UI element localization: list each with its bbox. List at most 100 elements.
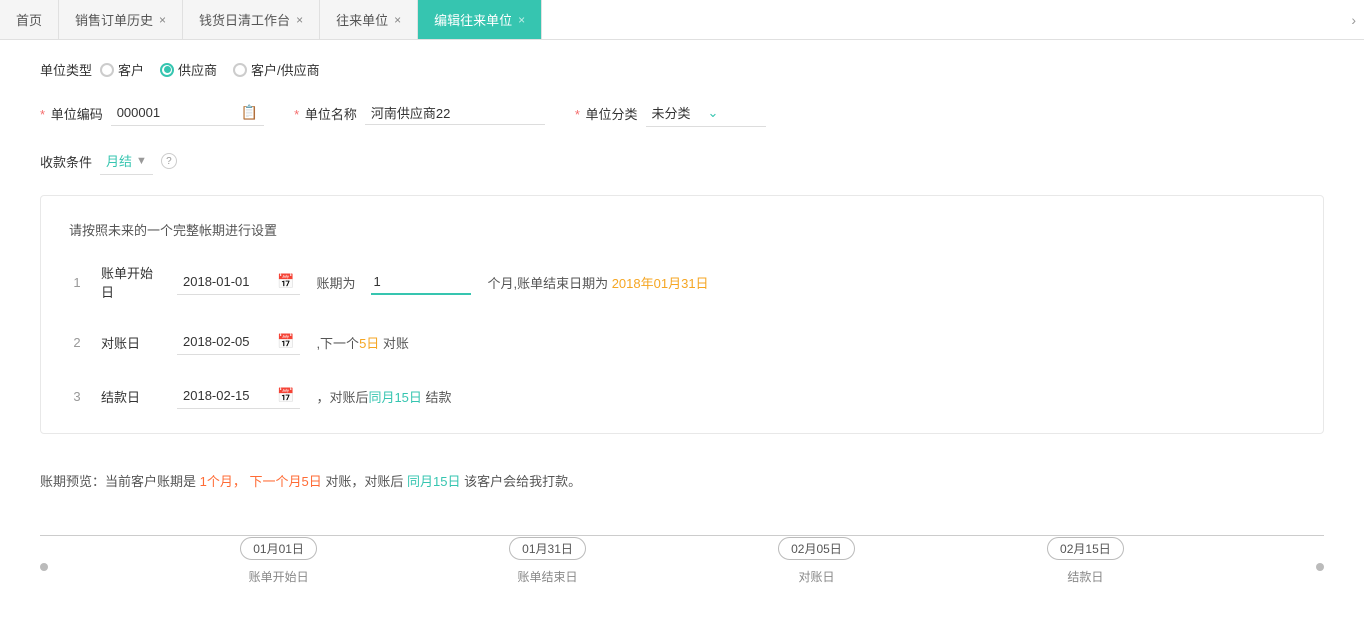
payment-terms-row: 收款条件 月结 ▼ ? [40,147,1324,175]
preview-text: 账期预览：当前客户账期是 1个月， 下一个月5日 对账，对账后 同月15日 该客… [40,470,1324,493]
row-2-calendar-icon[interactable]: 📅 [277,333,294,350]
row-2-label: 对账日 [101,333,161,352]
row-3-highlight: 同月15日 [368,390,421,405]
row-3-suffix: ，对账后同月15日 结款 [316,387,451,406]
unit-code-icon[interactable]: 📋 [241,104,258,121]
unit-category-required: * [575,107,580,122]
payment-terms-value: 月结 [106,151,132,170]
preview-part3: 对账，对账后 [325,474,403,489]
preview-part1: 1个月， [200,474,246,489]
row-1-period-input[interactable] [371,270,471,295]
tab-sales-history[interactable]: 销售订单历史 × [59,0,183,39]
radio-customer[interactable]: 客户 [100,60,144,79]
chevron-right-icon: › [1351,12,1356,28]
tab-scroll-right-button[interactable]: › [1343,0,1364,39]
close-edit-partner-icon[interactable]: × [518,13,525,27]
row-1-period-end-date: 2018年01月31日 [612,276,709,291]
row-1-label: 账单开始日 [101,263,161,301]
timeline-node-4: 02月15日 结款日 [1047,537,1124,585]
row-3-label: 结款日 [101,387,161,406]
radio-supplier-circle [160,63,174,77]
radio-customer-circle [100,63,114,77]
unit-category-group: * 单位分类 未分类 ⌄ [575,99,766,127]
timeline-items: 01月01日 账单开始日 01月31日 账单结束日 02月05日 对账日 02月… [40,537,1324,585]
radio-both[interactable]: 客户/供应商 [233,60,320,79]
radio-customer-label: 客户 [118,60,144,79]
row-3-num: 3 [69,389,85,404]
unit-type-label: 单位类型 [40,60,92,79]
category-arrow-down-icon: ⌄ [708,105,760,121]
row-1-num: 1 [69,275,85,290]
unit-name-input[interactable] [365,101,545,125]
tab-cash-work[interactable]: 钱货日清工作台 × [183,0,320,39]
row-1-calendar-icon[interactable]: 📅 [277,273,294,290]
main-content: 单位类型 客户 供应商 客户/供应商 * 单位编码 [0,40,1364,631]
timeline-node-3: 02月05日 对账日 [778,537,855,585]
tab-cash-work-label: 钱货日清工作台 [199,10,290,29]
row-1-date-group: 📅 [177,269,300,295]
settings-box: 请按照未来的一个完整帐期进行设置 1 账单开始日 📅 账期为 个月,账单结束日期… [40,195,1324,434]
setting-row-3: 3 结款日 📅 ，对账后同月15日 结款 [69,383,1295,409]
unit-type-row: 单位类型 客户 供应商 客户/供应商 [40,60,1324,79]
row-1-period-unit: 个月,账单结束日期为 2018年01月31日 [487,273,708,292]
unit-category-select[interactable]: 未分类 ⌄ [646,99,766,127]
row-3-date-input[interactable] [183,388,273,403]
close-partner-icon[interactable]: × [394,13,401,27]
radio-both-label: 客户/供应商 [251,60,320,79]
unit-name-label: * 单位名称 [294,104,357,123]
timeline-end-dot-wrapper [1316,549,1324,585]
row-1-period-label: 账期为 [316,273,355,292]
unit-code-input-group: 📋 [111,100,264,126]
unit-name-group: * 单位名称 [294,101,545,125]
row-2-num: 2 [69,335,85,350]
unit-name-required: * [294,107,299,122]
tab-edit-partner[interactable]: 编辑往来单位 × [418,0,542,39]
unit-category-value: 未分类 [652,103,704,122]
tab-sales-history-label: 销售订单历史 [75,10,153,29]
preview-label: 账期预览：当前客户账期是 [40,474,196,489]
payment-terms-label: 收款条件 [40,152,92,171]
tab-home-label: 首页 [16,10,42,29]
timeline-badge-2: 01月31日 [509,537,586,560]
settings-title: 请按照未来的一个完整帐期进行设置 [69,220,1295,239]
tabs-bar: 首页 销售订单历史 × 钱货日清工作台 × 往来单位 × 编辑往来单位 × › [0,0,1364,40]
preview-part5: 该客户会给我打款。 [464,474,581,489]
unit-type-radio-group: 客户 供应商 客户/供应商 [100,60,320,79]
timeline-node-2: 01月31日 账单结束日 [509,537,586,585]
timeline-badge-4: 02月15日 [1047,537,1124,560]
close-cash-work-icon[interactable]: × [296,13,303,27]
radio-both-circle [233,63,247,77]
tab-partner[interactable]: 往来单位 × [320,0,418,39]
preview-section: 账期预览：当前客户账期是 1个月， 下一个月5日 对账，对账后 同月15日 该客… [40,454,1324,611]
unit-code-group: * 单位编码 📋 [40,100,264,126]
unit-code-input[interactable] [117,105,237,120]
tab-edit-partner-label: 编辑往来单位 [434,10,512,29]
row-2-date-group: 📅 [177,329,300,355]
row-1-date-input[interactable] [183,274,273,289]
unit-code-required: * [40,107,45,122]
row-2-date-input[interactable] [183,334,273,349]
timeline-badge-1: 01月01日 [240,537,317,560]
code-name-category-row: * 单位编码 📋 * 单位名称 * 单位分类 未分类 ⌄ [40,99,1324,127]
timeline-label-3: 对账日 [798,568,834,585]
row-3-calendar-icon[interactable]: 📅 [277,387,294,404]
close-sales-history-icon[interactable]: × [159,13,166,27]
payment-terms-select[interactable]: 月结 ▼ [100,147,153,175]
row-2-suffix: ,下一个5日 对账 [316,333,409,352]
unit-code-label: * 单位编码 [40,104,103,123]
radio-supplier[interactable]: 供应商 [160,60,217,79]
payment-terms-group: 收款条件 月结 ▼ ? [40,147,177,175]
row-2-highlight: 5日 [359,336,379,351]
timeline-label-4: 结款日 [1067,568,1103,585]
setting-row-2: 2 对账日 📅 ,下一个5日 对账 [69,329,1295,355]
timeline-label-1: 账单开始日 [249,568,309,585]
tab-home[interactable]: 首页 [0,0,59,39]
payment-terms-help-icon[interactable]: ? [161,153,177,169]
timeline-node-1: 01月01日 账单开始日 [240,537,317,585]
preview-part2: 下一个月5日 [250,474,322,489]
timeline-line [40,535,1324,536]
timeline-start-dot [40,563,48,571]
timeline-label-2: 账单结束日 [518,568,578,585]
setting-row-1: 1 账单开始日 📅 账期为 个月,账单结束日期为 2018年01月31日 [69,263,1295,301]
radio-supplier-label: 供应商 [178,60,217,79]
